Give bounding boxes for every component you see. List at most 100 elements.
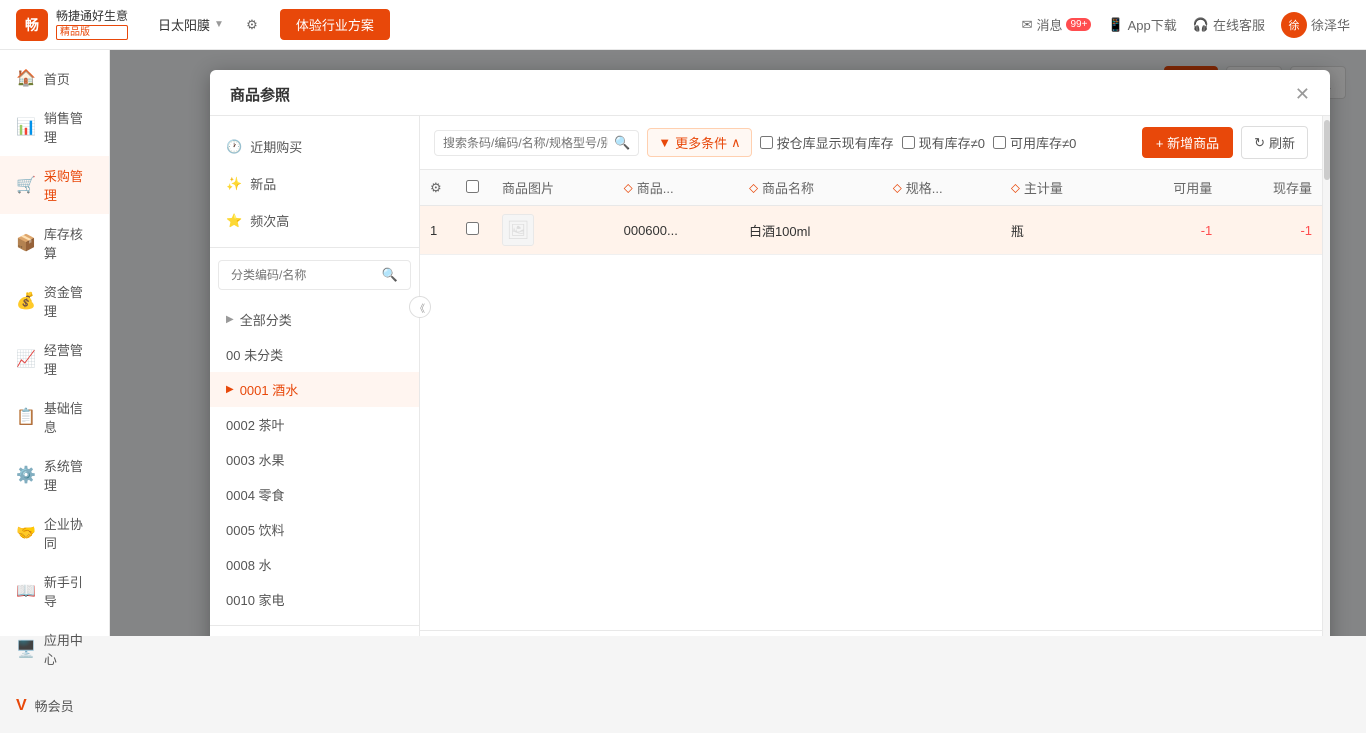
headset-icon: 🎧 xyxy=(1193,17,1209,33)
col-settings[interactable]: ⚙ xyxy=(420,170,456,206)
row-code: 000600... xyxy=(614,206,739,255)
close-icon[interactable]: ✕ xyxy=(1295,84,1310,105)
chevron-down-icon: ▼ xyxy=(214,19,224,30)
arrow-icon: ▶ xyxy=(226,384,234,395)
logo-icon: 畅 xyxy=(16,9,48,41)
category-search-icon[interactable]: 🔍 xyxy=(382,267,398,283)
sidebar-item-finance[interactable]: 💰 资金管理 xyxy=(0,272,109,330)
exp-btn[interactable]: 体验行业方案 xyxy=(280,9,390,40)
top-nav: 畅 畅捷通好生意 精品版 日太阳膜 ▼ ⚙ 体验行业方案 ✉ 消息 99+ 📱 … xyxy=(0,0,1366,50)
row-checkbox[interactable] xyxy=(456,206,492,255)
col-name[interactable]: ⬦ 商品名称 xyxy=(739,170,883,206)
product-table: ⚙ 商品图片 xyxy=(420,170,1322,255)
online-service-btn[interactable]: 🎧 在线客服 xyxy=(1193,15,1265,34)
nav-selector[interactable]: 日太阳膜 ▼ xyxy=(158,15,224,34)
sidebar-guide-label: 新手引导 xyxy=(44,572,93,610)
sidebar-collab-label: 企业协同 xyxy=(44,514,93,552)
sidebar-item-basic[interactable]: 📋 基础信息 xyxy=(0,388,109,446)
product-search-input[interactable] xyxy=(443,136,608,150)
main-content: 查询 刷新 设置 商品参照 ✕ 🕐 近期购买 xyxy=(110,50,1366,636)
checkbox-available[interactable]: 可用库存≠0 xyxy=(993,133,1076,152)
sidebar-finance-label: 资金管理 xyxy=(44,282,93,320)
sidebar-member-label: 畅会员 xyxy=(35,696,74,715)
inventory-icon: 📦 xyxy=(16,233,36,253)
sidebar-item-purchase[interactable]: 🛒 采购管理 xyxy=(0,156,109,214)
category-tree: ▶ 全部分类 00 未分类 ▶ 0001 酒水 0002 茶叶 xyxy=(210,294,419,625)
cat-0004[interactable]: 0004 零食 xyxy=(210,477,419,512)
sales-icon: 📊 xyxy=(16,117,36,137)
app-download-btn[interactable]: 📱 App下载 xyxy=(1107,15,1176,34)
message-badge: 99+ xyxy=(1066,18,1091,31)
messages-label: 消息 xyxy=(1036,15,1062,34)
cat-0001[interactable]: ▶ 0001 酒水 xyxy=(210,372,419,407)
row-select-checkbox[interactable] xyxy=(466,222,479,235)
cat-0008[interactable]: 0008 水 xyxy=(210,547,419,582)
col-stock: 现存量 xyxy=(1222,170,1322,206)
collab-icon: 🤝 xyxy=(16,523,36,543)
category-search: 🔍 xyxy=(218,260,411,290)
refresh-product-btn[interactable]: ↻ 刷新 xyxy=(1241,126,1308,159)
sidebar-item-member[interactable]: V 畅会员 xyxy=(0,686,109,725)
sidebar-inventory-label: 库存核算 xyxy=(44,224,93,262)
table-row[interactable]: 1 🖼 000600... xyxy=(420,206,1322,255)
product-table-container: ⚙ 商品图片 xyxy=(420,170,1322,630)
col-spec[interactable]: ⬦ 规格... xyxy=(883,170,1001,206)
sort-icon3: ⬦ xyxy=(893,180,902,196)
show-disabled-area: 显示停用 xyxy=(210,625,419,636)
row-spec xyxy=(883,206,1001,255)
sidebar-item-guide[interactable]: 📖 新手引导 xyxy=(0,562,109,620)
sidebar-item-business[interactable]: 📈 经营管理 xyxy=(0,330,109,388)
checkbox-warehouse[interactable]: 按仓库显示现有库存 xyxy=(760,133,894,152)
scrollbar xyxy=(1322,116,1330,636)
cat-0010[interactable]: 0010 家电 xyxy=(210,582,419,617)
sidebar-bottom: V 畅会员 xyxy=(0,678,109,733)
col-available: 可用量 xyxy=(1123,170,1223,206)
app-download-label: App下载 xyxy=(1128,15,1177,34)
warehouse-checkbox[interactable] xyxy=(760,136,773,149)
cat-0003[interactable]: 0003 水果 xyxy=(210,442,419,477)
checkbox-stock[interactable]: 现有库存≠0 xyxy=(902,133,985,152)
col-unit[interactable]: ⬦ 主计量 xyxy=(1001,170,1123,206)
sidebar-system-label: 系统管理 xyxy=(44,456,93,494)
sidebar-item-system[interactable]: ⚙️ 系统管理 xyxy=(0,446,109,504)
collapse-left-btn[interactable]: 《 xyxy=(409,296,431,318)
cat-0005[interactable]: 0005 饮料 xyxy=(210,512,419,547)
sidebar-item-sales[interactable]: 📊 销售管理 xyxy=(0,98,109,156)
online-service-label: 在线客服 xyxy=(1213,15,1265,34)
available-checkbox[interactable] xyxy=(993,136,1006,149)
sidebar-item-home[interactable]: 🏠 首页 xyxy=(0,58,109,98)
business-icon: 📈 xyxy=(16,349,36,369)
select-all-checkbox[interactable] xyxy=(466,180,479,193)
sidebar-sales-label: 销售管理 xyxy=(44,108,93,146)
sort-icon: ⬦ xyxy=(624,180,633,196)
col-img: 商品图片 xyxy=(492,170,614,206)
sidebar-item-apps[interactable]: 🖥️ 应用中心 xyxy=(0,620,109,678)
scrollbar-thumb[interactable] xyxy=(1324,120,1330,180)
category-search-input[interactable] xyxy=(231,268,376,282)
purchase-icon: 🛒 xyxy=(16,175,36,195)
left-tab-new[interactable]: ✨ 新品 xyxy=(210,165,419,202)
filter-btn[interactable]: ▼ 更多条件 ∧ xyxy=(647,128,751,157)
search-icon[interactable]: 🔍 xyxy=(614,135,630,151)
add-product-btn[interactable]: + 新增商品 xyxy=(1142,127,1233,158)
product-img: 🖼 xyxy=(502,214,534,246)
settings-icon[interactable]: ⚙ xyxy=(236,9,268,41)
sidebar-item-inventory[interactable]: 📦 库存核算 xyxy=(0,214,109,272)
cat-all[interactable]: ▶ 全部分类 xyxy=(210,302,419,337)
col-checkbox[interactable] xyxy=(456,170,492,206)
gear-icon[interactable]: ⚙ xyxy=(430,180,442,195)
cat-00[interactable]: 00 未分类 xyxy=(210,337,419,372)
sidebar-home-label: 首页 xyxy=(44,69,70,88)
new-icon: ✨ xyxy=(226,176,242,192)
cat-0002[interactable]: 0002 茶叶 xyxy=(210,407,419,442)
messages-btn[interactable]: ✉ 消息 99+ xyxy=(1022,15,1092,34)
refresh-icon: ↻ xyxy=(1254,135,1265,151)
modal-header: 商品参照 ✕ xyxy=(210,70,1330,116)
user-menu[interactable]: 徐 徐泽华 xyxy=(1281,12,1350,38)
stock-checkbox[interactable] xyxy=(902,136,915,149)
left-tab-frequent[interactable]: ⭐ 频次高 xyxy=(210,202,419,239)
col-code[interactable]: ⬦ 商品... xyxy=(614,170,739,206)
sidebar-item-collab[interactable]: 🤝 企业协同 xyxy=(0,504,109,562)
left-tab-recent[interactable]: 🕐 近期购买 xyxy=(210,128,419,165)
row-available: -1 xyxy=(1123,206,1223,255)
